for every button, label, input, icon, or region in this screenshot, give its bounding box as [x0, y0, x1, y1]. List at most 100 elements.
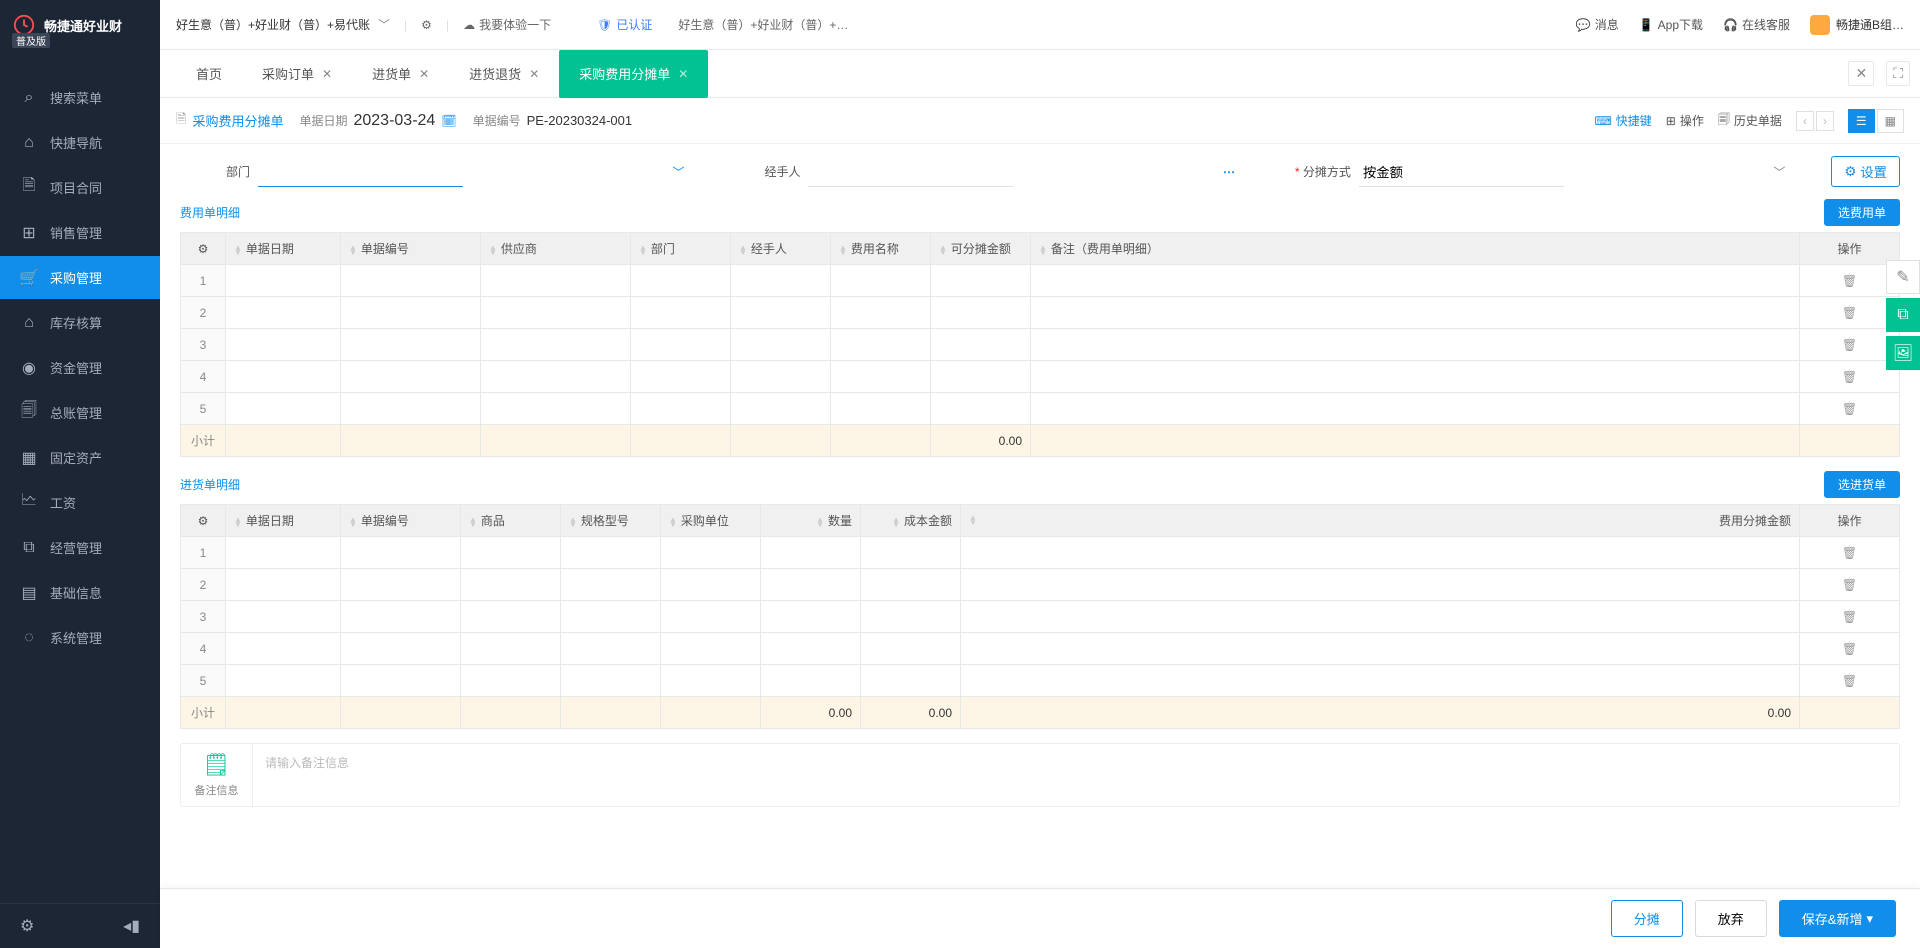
- topbar-link-0[interactable]: 💬 消息: [1576, 16, 1619, 33]
- sidebar-item-7[interactable]: 🗐总账管理: [0, 391, 160, 434]
- history-action[interactable]: 🗐 历史单据: [1718, 110, 1782, 131]
- fullscreen-icon[interactable]: ⛶: [1886, 61, 1910, 86]
- stk-col-2[interactable]: ▲▼商品: [461, 505, 561, 537]
- settings-button[interactable]: ⚙ 设置: [1831, 156, 1900, 187]
- trash-icon[interactable]: 🗑: [1842, 274, 1857, 288]
- exp-col-2[interactable]: ▲▼供应商: [481, 233, 631, 265]
- remarks-input[interactable]: [253, 744, 1899, 804]
- trash-icon[interactable]: 🗑: [1842, 610, 1857, 624]
- breadcrumb[interactable]: 好生意（普）+好业财（普）+易代账: [176, 16, 370, 33]
- close-icon[interactable]: ✕: [678, 67, 688, 81]
- sidebar-item-4[interactable]: 🛒采购管理: [0, 256, 160, 299]
- exp-col-0[interactable]: ▲▼单据日期: [226, 233, 341, 265]
- more-icon[interactable]: ⋯: [1223, 165, 1235, 179]
- topbar-link-2[interactable]: 🎧 在线客服: [1723, 16, 1790, 33]
- table-row[interactable]: 2🗑: [181, 297, 1900, 329]
- sidebar-item-11[interactable]: ▤基础信息: [0, 571, 160, 614]
- trash-icon[interactable]: 🗑: [1842, 642, 1857, 656]
- sidebar-item-5[interactable]: ⌂库存核算: [0, 301, 160, 344]
- select-expense-button[interactable]: 选费用单: [1824, 199, 1900, 226]
- dock-screenshot-icon[interactable]: ⧉: [1886, 298, 1920, 332]
- table-row[interactable]: 3🗑: [181, 329, 1900, 361]
- save-new-button[interactable]: 保存&新增 ▾: [1779, 900, 1896, 937]
- trash-icon[interactable]: 🗑: [1842, 674, 1857, 688]
- tabs-bar: 首页采购订单✕进货单✕进货退货✕采购费用分摊单✕ ✕ ⛶: [160, 50, 1920, 98]
- tab-3[interactable]: 进货退货✕: [449, 50, 559, 98]
- trash-icon[interactable]: 🗑: [1842, 546, 1857, 560]
- exp-col-3[interactable]: ▲▼部门: [631, 233, 731, 265]
- trash-icon[interactable]: 🗑: [1842, 370, 1857, 384]
- sidebar-item-10[interactable]: ⧉经营管理: [0, 526, 160, 569]
- view-mode-list[interactable]: ☰: [1848, 109, 1875, 133]
- gear-col[interactable]: ⚙: [181, 505, 226, 537]
- sidebar-item-6[interactable]: ◉资金管理: [0, 346, 160, 389]
- sidebar-item-label: 系统管理: [50, 628, 102, 647]
- collapse-icon[interactable]: ◂▮: [123, 916, 140, 936]
- table-row[interactable]: 5🗑: [181, 393, 1900, 425]
- stk-col-4[interactable]: ▲▼采购单位: [661, 505, 761, 537]
- trash-icon[interactable]: 🗑: [1842, 402, 1857, 416]
- sidebar-item-2[interactable]: 🗎项目合同: [0, 166, 160, 209]
- sidebar-item-8[interactable]: ▦固定资产: [0, 436, 160, 479]
- select-stock-button[interactable]: 选进货单: [1824, 471, 1900, 498]
- table-row[interactable]: 1🗑: [181, 537, 1900, 569]
- dept-input[interactable]: [258, 157, 463, 187]
- sidebar-item-0[interactable]: ⌕搜索菜单: [0, 76, 160, 119]
- trash-icon[interactable]: 🗑: [1842, 338, 1857, 352]
- close-icon[interactable]: ✕: [529, 67, 539, 81]
- stk-col-6[interactable]: ▲▼成本金额: [861, 505, 961, 537]
- date-label: 单据日期: [299, 112, 347, 129]
- view-mode-card[interactable]: ▦: [1877, 109, 1904, 133]
- dock-image-icon[interactable]: 🖼: [1886, 336, 1920, 370]
- discard-button[interactable]: 放弃: [1695, 900, 1767, 937]
- handler-input[interactable]: [808, 157, 1013, 187]
- tab-1[interactable]: 采购订单✕: [242, 50, 352, 98]
- exp-col-7[interactable]: ▲▼备注（费用单明细）: [1031, 233, 1800, 265]
- exp-col-4[interactable]: ▲▼经手人: [731, 233, 831, 265]
- operate-action[interactable]: ⊞ 操作: [1666, 112, 1704, 129]
- close-icon[interactable]: ✕: [322, 67, 332, 81]
- chevron-down-icon[interactable]: ﹀: [672, 163, 684, 180]
- chevron-down-icon[interactable]: ﹀: [1773, 163, 1785, 180]
- sidebar-item-3[interactable]: ⊞销售管理: [0, 211, 160, 254]
- tab-2[interactable]: 进货单✕: [352, 50, 449, 98]
- user-info[interactable]: 畅捷通B组…: [1810, 15, 1904, 35]
- method-input[interactable]: [1359, 157, 1564, 187]
- close-all-tabs[interactable]: ✕: [1848, 61, 1874, 86]
- table-row[interactable]: 1🗑: [181, 265, 1900, 297]
- sidebar-item-1[interactable]: ⌂快捷导航: [0, 121, 160, 164]
- topbar-link-1[interactable]: 📱 App下载: [1639, 16, 1703, 33]
- stk-col-7[interactable]: ▲▼费用分摊金额: [961, 505, 1800, 537]
- trash-icon[interactable]: 🗑: [1842, 306, 1857, 320]
- tab-0[interactable]: 首页: [176, 50, 242, 98]
- table-row[interactable]: 4🗑: [181, 361, 1900, 393]
- table-row[interactable]: 4🗑: [181, 633, 1900, 665]
- gear-col[interactable]: ⚙: [181, 233, 226, 265]
- calendar-icon[interactable]: 🗓: [441, 114, 456, 128]
- settings-gear-icon[interactable]: ⚙: [20, 916, 34, 936]
- allocate-button[interactable]: 分摊: [1611, 900, 1683, 937]
- stk-col-3[interactable]: ▲▼规格型号: [561, 505, 661, 537]
- dock-edit-icon[interactable]: ✎: [1886, 260, 1920, 294]
- exp-col-5[interactable]: ▲▼费用名称: [831, 233, 931, 265]
- try-link[interactable]: ☁ 我要体验一下: [463, 16, 551, 33]
- table-row[interactable]: 2🗑: [181, 569, 1900, 601]
- sidebar-item-12[interactable]: ◌系统管理: [0, 616, 160, 659]
- chevron-down-icon[interactable]: ﹀: [378, 16, 390, 33]
- tab-4[interactable]: 采购费用分摊单✕: [559, 50, 708, 98]
- close-icon[interactable]: ✕: [419, 67, 429, 81]
- shortcut-action[interactable]: ⌨ 快捷键: [1594, 112, 1651, 129]
- prev-doc-icon[interactable]: ‹: [1796, 111, 1814, 131]
- gear-icon[interactable]: ⚙: [421, 18, 432, 32]
- exp-col-6[interactable]: ▲▼可分摊金额: [931, 233, 1031, 265]
- exp-col-1[interactable]: ▲▼单据编号: [341, 233, 481, 265]
- stk-col-0[interactable]: ▲▼单据日期: [226, 505, 341, 537]
- table-row[interactable]: 5🗑: [181, 665, 1900, 697]
- next-doc-icon[interactable]: ›: [1816, 111, 1834, 131]
- trash-icon[interactable]: 🗑: [1842, 578, 1857, 592]
- stk-col-5[interactable]: ▲▼数量: [761, 505, 861, 537]
- date-value[interactable]: 2023-03-24: [353, 112, 435, 130]
- stk-col-1[interactable]: ▲▼单据编号: [341, 505, 461, 537]
- sidebar-item-9[interactable]: 🗠工资: [0, 481, 160, 524]
- table-row[interactable]: 3🗑: [181, 601, 1900, 633]
